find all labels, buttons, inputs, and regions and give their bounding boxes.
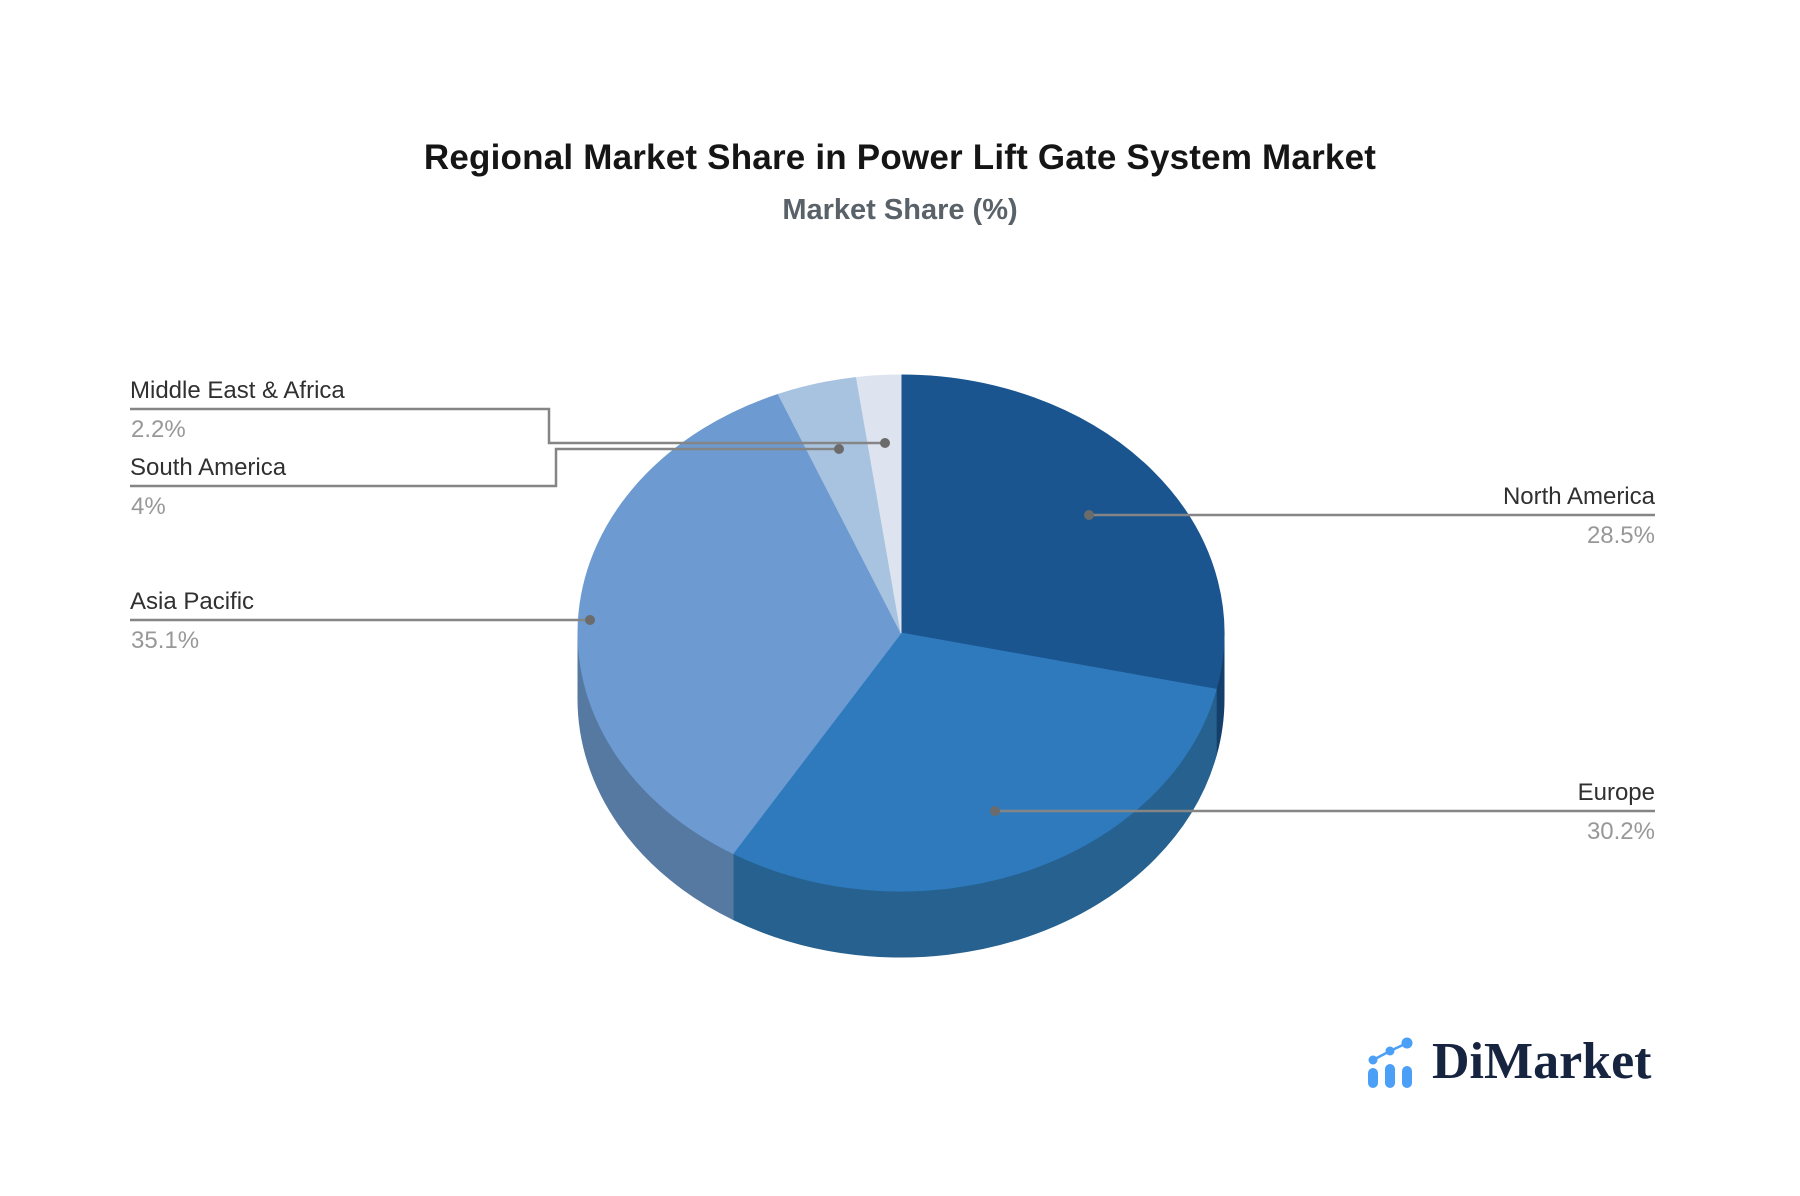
slice-label-asia-pacific: Asia Pacific <box>130 588 255 615</box>
slice-value-asia-pacific: 35.1% <box>131 627 200 654</box>
bar-line-chart-icon <box>1368 1037 1413 1088</box>
slice-label-south-america: South America <box>130 454 287 481</box>
dimarket-logo[interactable]: DiMarket <box>1366 1034 1651 1090</box>
leader-dot <box>1084 510 1094 520</box>
slice-label-middle-east-africa: Middle East & Africa <box>130 377 345 404</box>
slice-value-south-america: 4% <box>131 493 166 520</box>
slice-value-north-america: 28.5% <box>1586 522 1655 549</box>
slice-label-europe: Europe <box>1577 779 1655 806</box>
slice-value-middle-east-africa: 2.2% <box>131 416 186 443</box>
slice-value-europe: 30.2% <box>1586 818 1655 845</box>
leader-dot <box>880 438 890 448</box>
leader-dot <box>585 615 595 625</box>
slice-label-north-america: North America <box>1502 483 1655 510</box>
dimarket-logo-text: DiMarket <box>1432 1033 1652 1090</box>
pie-chart-canvas <box>130 374 1655 958</box>
leader-dot <box>990 806 1000 816</box>
leader-dot <box>834 444 844 454</box>
